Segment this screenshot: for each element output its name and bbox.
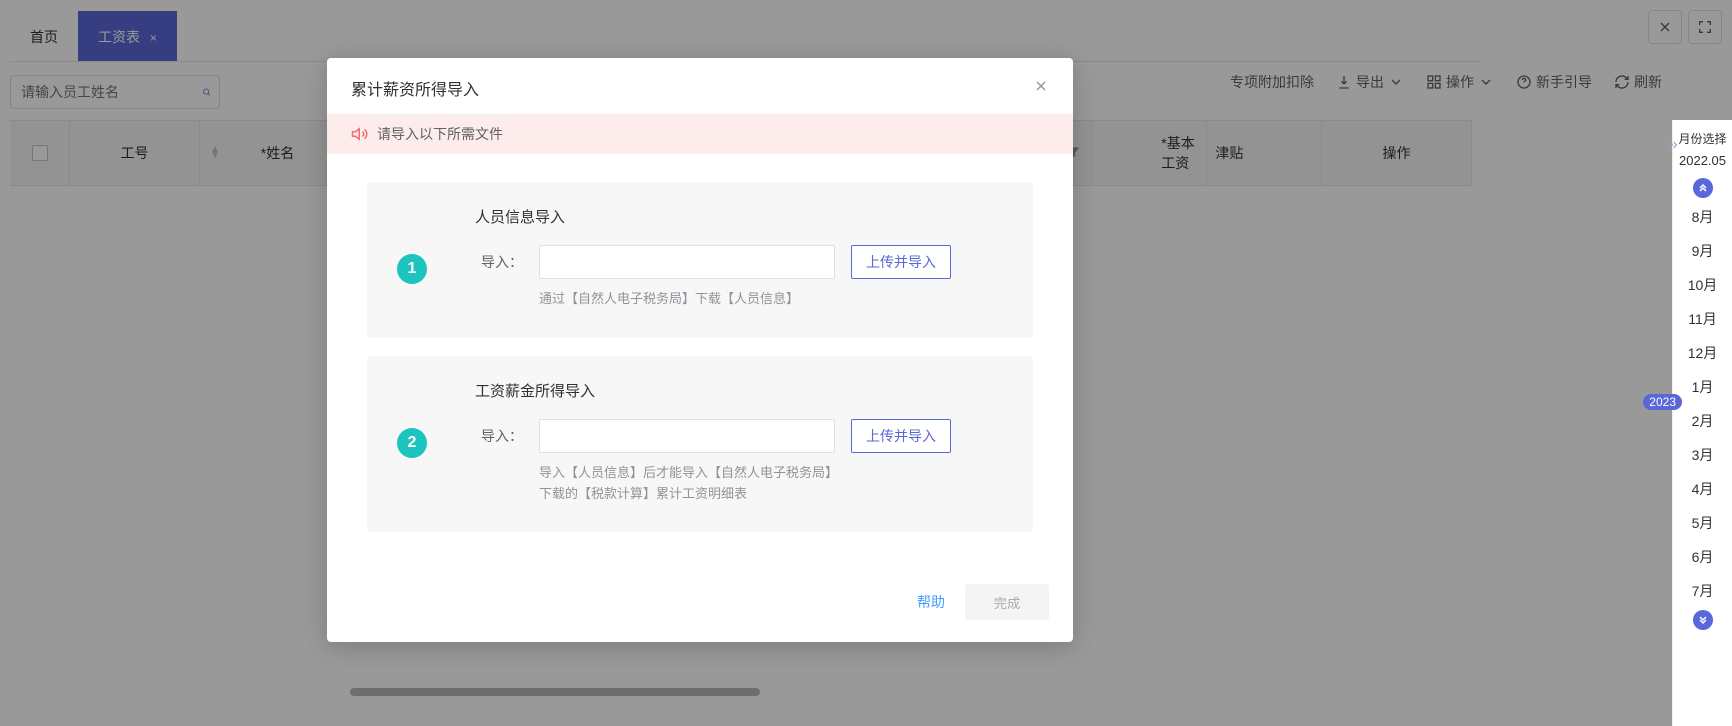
- step-1-file-input[interactable]: [539, 245, 835, 279]
- month-item[interactable]: 5月: [1673, 506, 1732, 540]
- month-item[interactable]: 11月: [1673, 302, 1732, 336]
- modal-header: 累计薪资所得导入: [327, 58, 1073, 114]
- month-item[interactable]: 1月: [1673, 370, 1732, 404]
- modal-body: 1 人员信息导入 导入： 上传并导入 通过【自然人电子税务局】下载【人员信息】 …: [327, 154, 1073, 570]
- month-item[interactable]: 9月: [1673, 234, 1732, 268]
- month-item[interactable]: 7月: [1673, 574, 1732, 608]
- step-2-number: 2: [397, 428, 427, 458]
- month-item[interactable]: 12月: [1673, 336, 1732, 370]
- step-1-number: 1: [397, 254, 427, 284]
- month-item[interactable]: 10月: [1673, 268, 1732, 302]
- month-item[interactable]: 8月: [1673, 200, 1732, 234]
- month-item[interactable]: 2月: [1673, 404, 1732, 438]
- modal-title: 累计薪资所得导入: [351, 76, 479, 100]
- app-root: 首页 工资表 × 专项附加扣除 导出 操作: [0, 0, 1732, 726]
- step-2-card: 2 工资薪金所得导入 导入： 上传并导入 导入【人员信息】后才能导入【自然人电子…: [367, 356, 1033, 533]
- step-1-card: 1 人员信息导入 导入： 上传并导入 通过【自然人电子税务局】下载【人员信息】: [367, 182, 1033, 338]
- step-1-title: 人员信息导入: [475, 206, 1003, 227]
- step-2-hint: 导入【人员信息】后才能导入【自然人电子税务局】下载的【税款计算】累计工资明细表: [539, 463, 849, 505]
- modal-close-button[interactable]: [1033, 78, 1049, 99]
- step-2-file-input[interactable]: [539, 419, 835, 453]
- modal-alert: 请导入以下所需文件: [327, 114, 1073, 154]
- modal-alert-text: 请导入以下所需文件: [377, 124, 503, 144]
- step-2-title: 工资薪金所得导入: [475, 380, 1003, 401]
- alert-icon: [351, 125, 369, 143]
- modal-footer: 帮助 完成: [327, 570, 1073, 642]
- step-1-indicator: 1: [367, 206, 457, 284]
- step-2-label: 导入：: [475, 426, 523, 446]
- month-item[interactable]: 3月: [1673, 438, 1732, 472]
- import-modal: 累计薪资所得导入 请导入以下所需文件 1 人员信息导入 导入： 上传并导入: [327, 58, 1073, 642]
- step-2-indicator: 2: [367, 380, 457, 458]
- step-1-label: 导入：: [475, 252, 523, 272]
- step-2-upload-button[interactable]: 上传并导入: [851, 419, 951, 453]
- month-item[interactable]: 6月: [1673, 540, 1732, 574]
- month-scroll-up[interactable]: [1693, 178, 1713, 198]
- year-badge: 2023: [1643, 394, 1682, 410]
- step-1-upload-button[interactable]: 上传并导入: [851, 245, 951, 279]
- step-1-hint: 通过【自然人电子税务局】下载【人员信息】: [539, 289, 849, 310]
- done-button[interactable]: 完成: [965, 584, 1049, 620]
- month-scroll-down[interactable]: [1693, 610, 1713, 630]
- month-current: 2022.05: [1679, 151, 1726, 176]
- month-panel: 月份选择 2022.05 8月 9月 10月 11月 12月 1月 2月 3月 …: [1672, 120, 1732, 726]
- month-panel-title: 月份选择: [1678, 126, 1726, 151]
- month-panel-collapse[interactable]: [1664, 120, 1682, 170]
- help-link[interactable]: 帮助: [917, 592, 945, 612]
- month-item[interactable]: 4月: [1673, 472, 1732, 506]
